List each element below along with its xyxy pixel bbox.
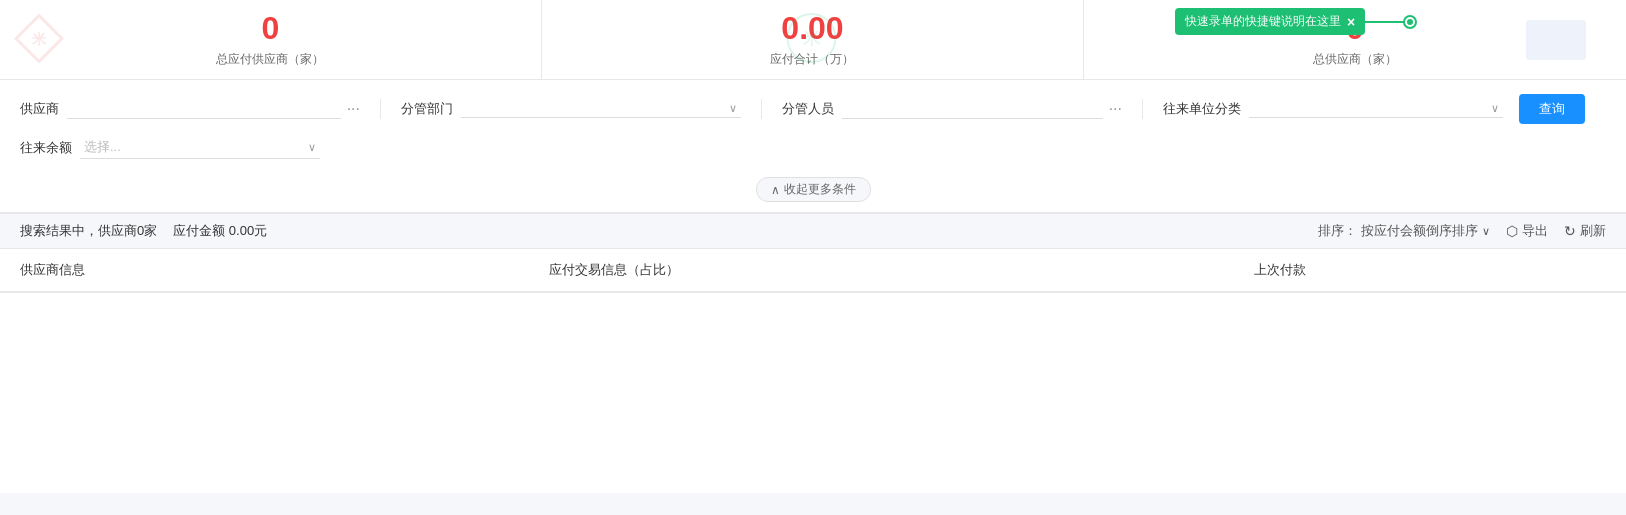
collapse-bar[interactable]: ∧ 收起更多条件 (20, 171, 1606, 212)
stats-bar: 米 0 总应付供应商（家） 米 0.00 应付合计（ (0, 0, 1626, 80)
data-table: 供应商信息 应付交易信息（占比） 上次付款 (0, 249, 1626, 493)
collapse-label: 收起更多条件 (784, 181, 856, 198)
filter-row-2: 往来余额 选择... ∨ (20, 136, 1606, 159)
supplier-more-icon[interactable]: ··· (347, 100, 360, 118)
column-supplier-info: 供应商信息 (20, 261, 549, 279)
filter-person: 分管人员 ··· (782, 99, 1122, 119)
person-label: 分管人员 (782, 100, 834, 118)
balance-value: 选择... (84, 138, 308, 156)
refresh-label: 刷新 (1580, 222, 1606, 240)
balance-dropdown-icon: ∨ (308, 141, 316, 154)
table-body (0, 293, 1626, 493)
search-filters-area: 供应商 ··· 分管部门 ∨ 分管人员 ··· (0, 80, 1626, 213)
payable-suppliers-number: 0 (262, 11, 280, 46)
tooltip-close-icon[interactable]: × (1347, 14, 1355, 30)
results-actions: 排序： 按应付会额倒序排序 ∨ ⬡ 导出 ↻ 刷新 (1318, 222, 1606, 240)
balance-label: 往来余额 (20, 139, 72, 157)
divider-1 (380, 99, 381, 119)
refresh-icon: ↻ (1564, 223, 1576, 239)
shortcut-tooltip: 快速录单的快捷键说明在这里 × (1175, 8, 1415, 35)
person-input[interactable] (842, 99, 1103, 119)
filter-department: 分管部门 ∨ (401, 100, 741, 118)
sort-label: 排序： (1318, 222, 1357, 240)
divider-3 (1142, 99, 1143, 119)
collapse-arrow-icon: ∧ (771, 183, 780, 197)
department-dropdown-icon: ∨ (729, 102, 737, 115)
filter-category: 往来单位分类 ∨ (1163, 100, 1503, 118)
export-icon: ⬡ (1506, 223, 1518, 239)
category-dropdown-icon: ∨ (1491, 102, 1499, 115)
results-info-text: 搜索结果中，供应商0家 (20, 222, 157, 240)
department-select[interactable]: ∨ (461, 100, 741, 118)
department-label: 分管部门 (401, 100, 453, 118)
svg-text:米: 米 (803, 28, 821, 48)
total-suppliers-label: 总供应商（家） (1313, 51, 1397, 68)
results-amount-text: 应付金额 0.00元 (173, 222, 267, 240)
sort-dropdown[interactable]: 排序： 按应付会额倒序排序 ∨ (1318, 222, 1490, 240)
column-payable-transaction: 应付交易信息（占比） (549, 261, 1254, 279)
tooltip-text: 快速录单的快捷键说明在这里 (1185, 13, 1341, 30)
refresh-button[interactable]: ↻ 刷新 (1564, 222, 1606, 240)
supplier-input[interactable] (67, 99, 341, 119)
filter-balance: 往来余额 选择... ∨ (20, 136, 320, 159)
supplier-label: 供应商 (20, 100, 59, 118)
divider-2 (761, 99, 762, 119)
filter-supplier: 供应商 ··· (20, 99, 360, 119)
column-last-payment: 上次付款 (1254, 261, 1606, 279)
results-bar: 搜索结果中，供应商0家 应付金额 0.00元 排序： 按应付会额倒序排序 ∨ ⬡… (0, 213, 1626, 249)
category-select[interactable]: ∨ (1249, 100, 1503, 118)
table-header: 供应商信息 应付交易信息（占比） 上次付款 (0, 249, 1626, 293)
export-button[interactable]: ⬡ 导出 (1506, 222, 1548, 240)
collapse-button[interactable]: ∧ 收起更多条件 (756, 177, 871, 202)
filter-row-1: 供应商 ··· 分管部门 ∨ 分管人员 ··· (20, 94, 1606, 124)
stat-card3-icon (1526, 20, 1586, 60)
stat-card-total-suppliers: 快速录单的快捷键说明在这里 × 0 总供应商（家） (1084, 0, 1626, 79)
person-more-icon[interactable]: ··· (1109, 100, 1122, 118)
stat-card-payable-suppliers: 米 0 总应付供应商（家） (0, 0, 542, 79)
sort-arrow-icon: ∨ (1482, 225, 1490, 238)
category-label: 往来单位分类 (1163, 100, 1241, 118)
export-label: 导出 (1522, 222, 1548, 240)
svg-text:米: 米 (31, 30, 47, 46)
query-button[interactable]: 查询 (1519, 94, 1585, 124)
balance-select[interactable]: 选择... ∨ (80, 136, 320, 159)
stat-card-payable-total: 米 0.00 应付合计（万） (542, 0, 1084, 79)
sort-value: 按应付会额倒序排序 (1361, 222, 1478, 240)
payable-suppliers-label: 总应付供应商（家） (216, 51, 324, 68)
